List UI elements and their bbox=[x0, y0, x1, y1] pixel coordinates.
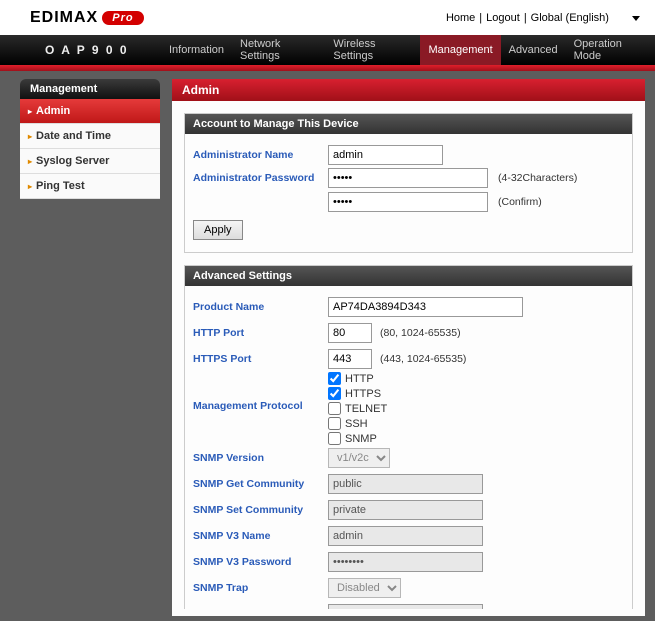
sidebar: Management ▸ Admin ▸ Date and Time ▸ Syslog S… bbox=[20, 79, 160, 616]
snmp-trap-community-input bbox=[328, 604, 483, 609]
triangle-icon: ▸ bbox=[28, 107, 32, 116]
home-link[interactable]: Home bbox=[446, 12, 475, 24]
account-panel-header: Account to Manage This Device bbox=[185, 114, 632, 134]
account-panel: Account to Manage This Device Administra… bbox=[184, 113, 633, 253]
ssh-checkbox[interactable] bbox=[328, 417, 341, 430]
logo: EDIMAX Pro bbox=[30, 9, 144, 27]
protocol-checkbox-group: HTTP HTTPS TELNET SSH SNMP bbox=[328, 372, 387, 445]
advanced-panel-header: Advanced Settings bbox=[185, 266, 632, 286]
nav-item-information[interactable]: Information bbox=[161, 35, 232, 65]
sidebar-title: Management bbox=[20, 79, 160, 99]
model-name: O A P 9 0 0 bbox=[0, 43, 161, 57]
sidebar-item-ping-test[interactable]: ▸ Ping Test bbox=[20, 174, 160, 199]
nav-item-advanced[interactable]: Advanced bbox=[501, 35, 566, 65]
sidebar-item-admin[interactable]: ▸ Admin bbox=[20, 99, 160, 124]
top-header: EDIMAX Pro Home | Logout | Global (Engli… bbox=[0, 0, 655, 35]
snmp-set-community-label: SNMP Set Community bbox=[193, 502, 328, 518]
snmp-checkbox[interactable] bbox=[328, 432, 341, 445]
snmp-get-community-input bbox=[328, 474, 483, 494]
https-port-input[interactable] bbox=[328, 349, 372, 369]
admin-name-input[interactable] bbox=[328, 145, 443, 165]
https-checkbox[interactable] bbox=[328, 387, 341, 400]
confirm-hint: (Confirm) bbox=[498, 196, 542, 208]
snmp-version-select: v1/v2c bbox=[328, 448, 390, 468]
nav-item-operation-mode[interactable]: Operation Mode bbox=[566, 35, 655, 65]
http-port-label: HTTP Port bbox=[193, 325, 328, 341]
admin-password-label: Administrator Password bbox=[193, 168, 328, 186]
triangle-icon: ▸ bbox=[28, 132, 32, 141]
sidebar-item-syslog-server[interactable]: ▸ Syslog Server bbox=[20, 149, 160, 174]
main-content: Admin Account to Manage This Device Admi… bbox=[172, 79, 645, 616]
sidebar-item-date-and-time[interactable]: ▸ Date and Time bbox=[20, 124, 160, 149]
triangle-icon: ▸ bbox=[28, 182, 32, 191]
snmp-trap-label: SNMP Trap bbox=[193, 580, 328, 596]
https-port-label: HTTPS Port bbox=[193, 351, 328, 367]
page-title: Admin bbox=[172, 79, 645, 101]
admin-name-label: Administrator Name bbox=[193, 147, 328, 163]
nav-item-wireless-settings[interactable]: Wireless Settings bbox=[325, 35, 420, 65]
https-port-hint: (443, 1024-65535) bbox=[380, 353, 466, 365]
password-hint: (4-32Characters) bbox=[498, 172, 577, 184]
snmp-version-label: SNMP Version bbox=[193, 450, 328, 466]
http-checkbox-label: HTTP bbox=[345, 373, 374, 385]
product-name-label: Product Name bbox=[193, 299, 328, 315]
admin-password-confirm-input[interactable] bbox=[328, 192, 488, 212]
snmp-trap-community-label: SNMP Trap Community bbox=[193, 606, 328, 609]
logout-link[interactable]: Logout bbox=[486, 12, 520, 24]
language-selector[interactable]: Global (English) bbox=[531, 12, 640, 24]
language-label: Global (English) bbox=[531, 12, 609, 24]
sidebar-item-label: Ping Test bbox=[36, 180, 85, 192]
triangle-icon: ▸ bbox=[28, 157, 32, 166]
telnet-checkbox[interactable] bbox=[328, 402, 341, 415]
telnet-checkbox-label: TELNET bbox=[345, 403, 387, 415]
apply-button-account[interactable]: Apply bbox=[193, 220, 243, 240]
sidebar-item-label: Admin bbox=[36, 105, 70, 117]
sidebar-item-label: Date and Time bbox=[36, 130, 111, 142]
logo-pro-badge: Pro bbox=[102, 11, 143, 25]
snmp-trap-select: Disabled bbox=[328, 578, 401, 598]
product-name-input[interactable] bbox=[328, 297, 523, 317]
http-port-hint: (80, 1024-65535) bbox=[380, 327, 461, 339]
nav-item-network-settings[interactable]: Network Settings bbox=[232, 35, 325, 65]
mgmt-protocol-label: Management Protocol bbox=[193, 372, 328, 414]
https-checkbox-label: HTTPS bbox=[345, 388, 381, 400]
admin-password-input[interactable] bbox=[328, 168, 488, 188]
logo-text: EDIMAX bbox=[30, 9, 98, 27]
advanced-panel: Advanced Settings Product Name HTTP Port… bbox=[184, 265, 633, 609]
snmp-set-community-input bbox=[328, 500, 483, 520]
sidebar-item-label: Syslog Server bbox=[36, 155, 109, 167]
chevron-down-icon bbox=[632, 16, 640, 21]
snmp-checkbox-label: SNMP bbox=[345, 433, 377, 445]
nav-item-management[interactable]: Management bbox=[420, 35, 500, 65]
http-checkbox[interactable] bbox=[328, 372, 341, 385]
http-port-input[interactable] bbox=[328, 323, 372, 343]
ssh-checkbox-label: SSH bbox=[345, 418, 368, 430]
main-nav: O A P 9 0 0 InformationNetwork SettingsW… bbox=[0, 35, 655, 65]
snmp-v3-name-input bbox=[328, 526, 483, 546]
snmp-get-community-label: SNMP Get Community bbox=[193, 476, 328, 492]
snmp-v3-password-input bbox=[328, 552, 483, 572]
snmp-v3-name-label: SNMP V3 Name bbox=[193, 528, 328, 544]
header-right: Home | Logout | Global (English) bbox=[446, 12, 640, 24]
snmp-v3-password-label: SNMP V3 Password bbox=[193, 554, 328, 570]
